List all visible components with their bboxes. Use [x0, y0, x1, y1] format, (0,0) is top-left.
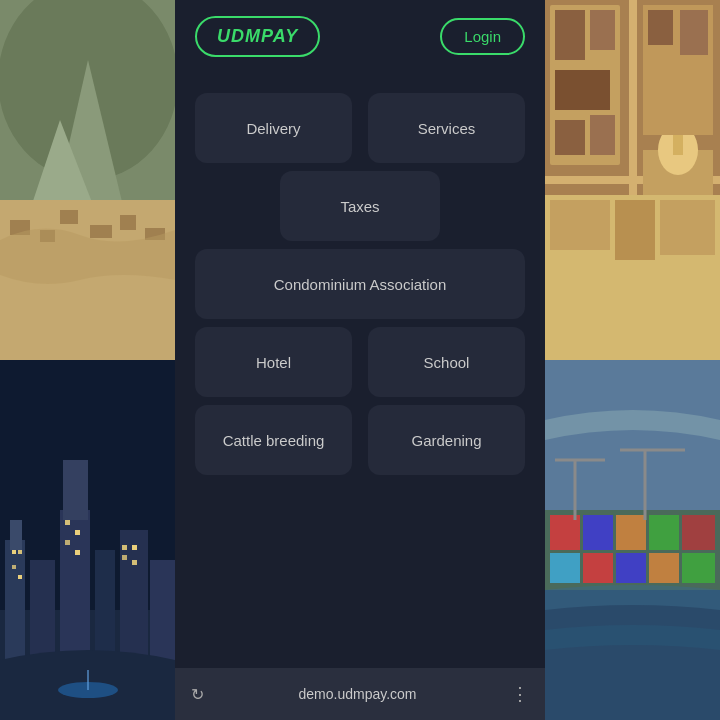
svg-rect-63 — [649, 515, 679, 550]
svg-rect-17 — [63, 460, 88, 520]
login-button[interactable]: Login — [440, 18, 525, 55]
svg-rect-64 — [682, 515, 715, 550]
svg-rect-67 — [616, 553, 646, 583]
svg-rect-26 — [75, 530, 80, 535]
svg-rect-41 — [555, 10, 585, 60]
photo-mountain — [0, 0, 175, 360]
svg-rect-14 — [10, 520, 22, 550]
logo-button[interactable]: UDMPAY — [195, 16, 320, 57]
delivery-button[interactable]: Delivery — [195, 93, 352, 163]
svg-rect-29 — [122, 545, 127, 550]
refresh-icon[interactable]: ↻ — [191, 685, 204, 704]
menu-row-4: Hotel School — [195, 327, 525, 397]
url-text: demo.udmpay.com — [214, 686, 501, 702]
svg-rect-24 — [18, 575, 22, 579]
svg-rect-43 — [555, 70, 610, 110]
svg-rect-27 — [65, 540, 70, 545]
svg-rect-32 — [132, 560, 137, 565]
gardening-button[interactable]: Gardening — [368, 405, 525, 475]
svg-rect-54 — [615, 200, 655, 260]
photo-harbor — [545, 360, 720, 720]
svg-rect-45 — [590, 115, 615, 155]
photo-city-night — [0, 360, 175, 720]
svg-rect-7 — [60, 210, 78, 224]
menu-row-3: Condominium Association — [195, 249, 525, 319]
svg-rect-62 — [616, 515, 646, 550]
svg-rect-65 — [550, 553, 580, 583]
svg-rect-50 — [648, 10, 673, 45]
svg-rect-25 — [65, 520, 70, 525]
menu-row-5: Cattle breeding Gardening — [195, 405, 525, 475]
svg-rect-21 — [12, 550, 16, 554]
more-options-icon[interactable]: ⋮ — [511, 683, 529, 705]
svg-rect-8 — [90, 225, 112, 238]
menu-row-1: Delivery Services — [195, 93, 525, 163]
taxes-button[interactable]: Taxes — [280, 171, 440, 241]
svg-rect-23 — [12, 565, 16, 569]
menu-content: Delivery Services Taxes Condominium Asso… — [175, 73, 545, 668]
svg-rect-42 — [590, 10, 615, 50]
main-panel: UDMPAY Login Delivery Services Taxes Con… — [175, 0, 545, 720]
menu-row-2: Taxes — [195, 171, 525, 241]
header: UDMPAY Login — [175, 0, 545, 73]
svg-rect-61 — [583, 515, 613, 550]
svg-rect-53 — [550, 200, 610, 250]
svg-rect-22 — [18, 550, 22, 554]
svg-rect-66 — [583, 553, 613, 583]
address-bar: ↻ demo.udmpay.com ⋮ — [175, 668, 545, 720]
svg-rect-30 — [132, 545, 137, 550]
svg-rect-9 — [120, 215, 136, 230]
left-side-panel — [0, 0, 175, 720]
photo-aerial-city — [545, 0, 720, 360]
svg-rect-28 — [75, 550, 80, 555]
svg-rect-60 — [550, 515, 580, 550]
svg-rect-69 — [682, 553, 715, 583]
logo-text: UDMPAY — [217, 26, 298, 46]
hotel-button[interactable]: Hotel — [195, 327, 352, 397]
svg-rect-51 — [680, 10, 708, 55]
condominium-button[interactable]: Condominium Association — [195, 249, 525, 319]
svg-rect-55 — [660, 200, 715, 255]
svg-rect-44 — [555, 120, 585, 155]
svg-rect-68 — [649, 553, 679, 583]
right-side-panel — [545, 0, 720, 720]
services-button[interactable]: Services — [368, 93, 525, 163]
school-button[interactable]: School — [368, 327, 525, 397]
cattle-button[interactable]: Cattle breeding — [195, 405, 352, 475]
svg-rect-31 — [122, 555, 127, 560]
